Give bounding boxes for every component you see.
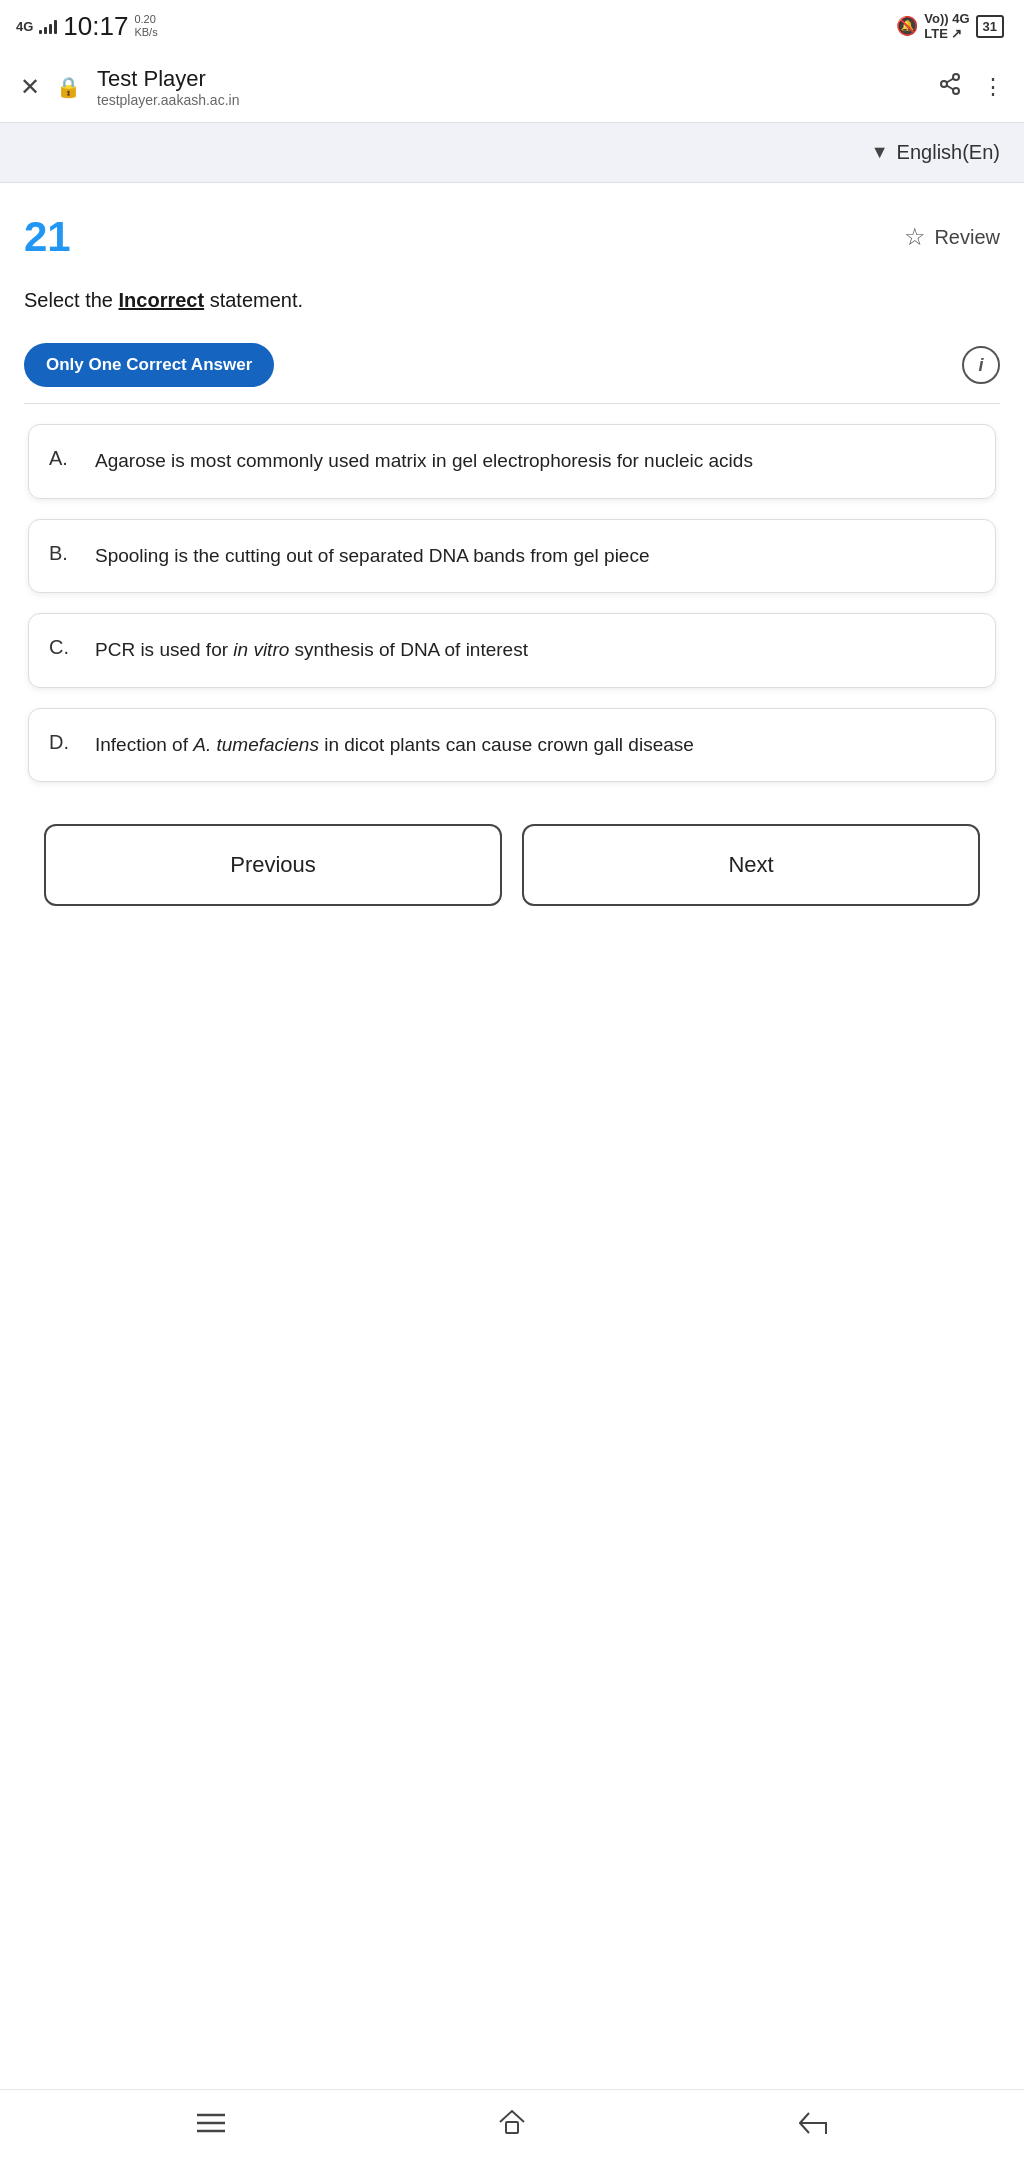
network-type: 4G <box>16 19 33 34</box>
navigation-buttons: Previous Next <box>24 792 1000 938</box>
question-text-suffix: statement. <box>204 289 303 311</box>
option-d-label: D. <box>49 731 77 754</box>
info-button[interactable]: i <box>962 346 1000 384</box>
more-options-icon[interactable]: ⋮ <box>982 74 1004 100</box>
option-b[interactable]: B. Spooling is the cutting out of separa… <box>28 519 996 594</box>
language-label: English(En) <box>897 141 1000 164</box>
svg-line-4 <box>947 79 954 83</box>
answer-type-badge: Only One Correct Answer <box>24 343 274 387</box>
back-icon[interactable] <box>799 2110 827 2141</box>
question-header: 21 ☆ Review <box>24 213 1000 261</box>
svg-point-2 <box>953 88 959 94</box>
home-icon[interactable] <box>498 2108 526 2143</box>
close-button[interactable]: ✕ <box>20 73 40 101</box>
status-left: 4G 10:17 0.20KB/s <box>16 11 158 42</box>
browser-actions: ⋮ <box>938 72 1004 102</box>
status-time: 10:17 <box>63 11 128 42</box>
question-area: 21 ☆ Review Select the Incorrect stateme… <box>0 183 1024 958</box>
signal-strength <box>39 18 57 34</box>
option-c-label: C. <box>49 636 77 659</box>
chevron-down-icon: ▼ <box>871 142 889 163</box>
language-selector[interactable]: ▼ English(En) <box>871 141 1000 164</box>
option-a-text: Agarose is most commonly used matrix in … <box>95 447 753 476</box>
url-info: Test Player testplayer.aakash.ac.in <box>97 66 922 108</box>
previous-button[interactable]: Previous <box>44 824 502 906</box>
browser-title: Test Player <box>97 66 922 92</box>
answer-type-row: Only One Correct Answer i <box>24 343 1000 387</box>
status-right: 🔕 Vo)) 4GLTE ↗ 31 <box>896 11 1004 41</box>
svg-point-1 <box>941 81 947 87</box>
option-c-text: PCR is used for in vitro synthesis of DN… <box>95 636 528 665</box>
lte-icon: Vo)) 4GLTE ↗ <box>924 11 969 41</box>
option-d-text: Infection of A. tumefaciens in dicot pla… <box>95 731 694 760</box>
option-a-label: A. <box>49 447 77 470</box>
option-c[interactable]: C. PCR is used for in vitro synthesis of… <box>28 613 996 688</box>
star-icon: ☆ <box>904 223 926 251</box>
browser-chrome: ✕ 🔒 Test Player testplayer.aakash.ac.in … <box>0 52 1024 123</box>
language-bar: ▼ English(En) <box>0 123 1024 183</box>
battery-level: 31 <box>976 15 1004 38</box>
next-button[interactable]: Next <box>522 824 980 906</box>
question-text: Select the Incorrect statement. <box>24 285 1000 315</box>
question-text-prefix: Select the <box>24 289 119 311</box>
network-speed: 0.20KB/s <box>134 13 157 39</box>
menu-icon[interactable] <box>197 2110 225 2141</box>
share-icon[interactable] <box>938 72 962 102</box>
divider <box>24 403 1000 404</box>
review-button[interactable]: ☆ Review <box>904 223 1000 251</box>
options-list: A. Agarose is most commonly used matrix … <box>24 424 1000 782</box>
lock-icon: 🔒 <box>56 75 81 99</box>
option-a[interactable]: A. Agarose is most commonly used matrix … <box>28 424 996 499</box>
svg-point-0 <box>953 74 959 80</box>
option-b-label: B. <box>49 542 77 565</box>
review-label: Review <box>934 226 1000 249</box>
svg-rect-8 <box>506 2122 518 2133</box>
option-b-text: Spooling is the cutting out of separated… <box>95 542 650 571</box>
browser-url: testplayer.aakash.ac.in <box>97 92 922 108</box>
question-number: 21 <box>24 213 71 261</box>
option-d[interactable]: D. Infection of A. tumefaciens in dicot … <box>28 708 996 783</box>
question-text-bold: Incorrect <box>119 289 205 311</box>
android-nav-bar <box>0 2089 1024 2161</box>
status-bar: 4G 10:17 0.20KB/s 🔕 Vo)) 4GLTE ↗ 31 <box>0 0 1024 52</box>
mute-icon: 🔕 <box>896 15 918 37</box>
spacer <box>0 958 1024 1078</box>
svg-line-3 <box>947 86 954 90</box>
